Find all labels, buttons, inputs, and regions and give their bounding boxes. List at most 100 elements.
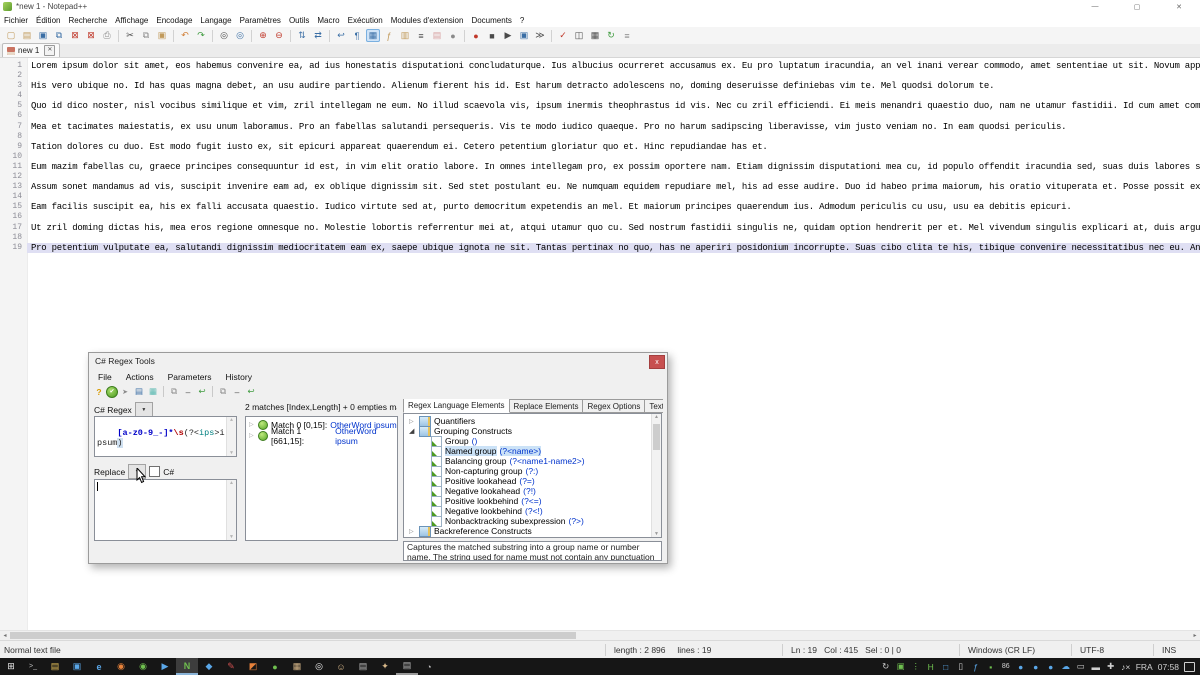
- macro-stop-icon[interactable]: ■: [485, 29, 499, 42]
- editor-line[interactable]: 2: [0, 71, 1200, 81]
- editor-line[interactable]: 12: [0, 172, 1200, 182]
- plugin-update-icon[interactable]: ↻: [604, 29, 618, 42]
- editor-line-selected[interactable]: 19Pro petentium vulputate ea, salutandi …: [0, 243, 1200, 253]
- pointer-icon[interactable]: ➤: [118, 385, 132, 398]
- editor-line[interactable]: 10: [0, 152, 1200, 162]
- encoding-status[interactable]: UTF-8: [1071, 644, 1153, 656]
- tree-item-backreference-constructs[interactable]: ▷ Backreference Constructs: [404, 526, 651, 536]
- notepad-plus-plus-icon[interactable]: N: [176, 658, 198, 675]
- editor-line[interactable]: 7Mea et tacimates maiestatis, ex usu unu…: [0, 122, 1200, 132]
- tab-close-icon[interactable]: ✕: [44, 45, 55, 56]
- blue-app-icon[interactable]: ●: [1046, 661, 1056, 673]
- editor-line[interactable]: 13Assum sonet mandamus ad vis, suscipit …: [0, 182, 1200, 192]
- virtual-machine-icon[interactable]: □: [941, 661, 951, 673]
- expander-icon[interactable]: ▷: [249, 432, 255, 439]
- usb-device-icon[interactable]: ▯: [956, 661, 966, 673]
- photos-app-icon[interactable]: ▣: [66, 658, 88, 675]
- menu-encodage[interactable]: Encodage: [152, 16, 196, 25]
- move-tool-icon[interactable]: ✚: [1106, 661, 1116, 673]
- copy-doc-icon[interactable]: ⧉: [216, 385, 230, 398]
- regex-scrollbar[interactable]: ▲▼: [226, 417, 236, 456]
- tree-item-nonbacktracking-subexpression[interactable]: Nonbacktracking subexpression (?>): [404, 516, 651, 526]
- clipboard-icon[interactable]: ▣: [896, 661, 906, 673]
- tab-replace-elements[interactable]: Replace Elements: [509, 399, 584, 413]
- insert-arrow-icon[interactable]: ↩: [195, 385, 209, 398]
- expander-icon[interactable]: ▷: [409, 418, 416, 425]
- sd-card-icon[interactable]: ▬: [1091, 661, 1101, 673]
- action-center-icon[interactable]: [1184, 662, 1195, 672]
- messenger-icon[interactable]: ƒ: [971, 661, 981, 673]
- vscode-icon[interactable]: ◆: [198, 658, 220, 675]
- close-all-icon[interactable]: ⊠: [84, 29, 98, 42]
- zoom-in-icon[interactable]: ⊕: [256, 29, 270, 42]
- paste-icon[interactable]: ▣: [155, 29, 169, 42]
- folder-workspace-icon[interactable]: ▤: [430, 29, 444, 42]
- chrome-browser-icon[interactable]: ◉: [132, 658, 154, 675]
- expander-icon[interactable]: ◢: [409, 427, 416, 435]
- regex-elements-tree[interactable]: ▷ Quantifiers ◢ Grouping Constructs Grou…: [403, 413, 662, 538]
- dash-icon[interactable]: –: [230, 385, 244, 398]
- spell-check-icon[interactable]: ✓: [556, 29, 570, 42]
- print-icon[interactable]: ⎙: [100, 29, 114, 42]
- redo-icon[interactable]: ↷: [194, 29, 208, 42]
- dialog-title-bar[interactable]: C# Regex Tools: [89, 353, 667, 369]
- start-icon[interactable]: ⊞: [0, 658, 22, 675]
- editor-line[interactable]: 11Eum mazim fabellas cu, graece principe…: [0, 162, 1200, 172]
- save-icon[interactable]: ▣: [36, 29, 50, 42]
- regex-dropdown-button[interactable]: ▼: [135, 402, 153, 417]
- macro-save-icon[interactable]: ▣: [517, 29, 531, 42]
- dialog-menu-file[interactable]: File: [91, 372, 119, 382]
- sync-scroll-v-icon[interactable]: ⇅: [295, 29, 309, 42]
- replace-scrollbar[interactable]: ▲▼: [226, 480, 236, 540]
- editor-line[interactable]: 14: [0, 192, 1200, 202]
- app-86-icon[interactable]: 86: [1001, 661, 1011, 673]
- dialog-menu-history[interactable]: History: [219, 372, 259, 382]
- green-app-icon[interactable]: ●: [264, 658, 286, 675]
- menu-langage[interactable]: Langage: [196, 16, 235, 25]
- editor-line[interactable]: 4: [0, 91, 1200, 101]
- health-monitor-icon[interactable]: H: [926, 661, 936, 673]
- tab-regex-options[interactable]: Regex Options: [582, 399, 645, 413]
- tab-new-1[interactable]: new 1 ✕: [2, 43, 60, 57]
- plugin-icon-2[interactable]: ▦: [588, 29, 602, 42]
- blue-app-icon[interactable]: ●: [1031, 661, 1041, 673]
- user-app-icon[interactable]: ☺: [330, 658, 352, 675]
- tree-item-balancing-group[interactable]: Balancing group (?<name1-name2>): [404, 456, 651, 466]
- macro-run-multiple-icon[interactable]: ≫: [533, 29, 547, 42]
- image-tool-icon[interactable]: ◩: [242, 658, 264, 675]
- eol-format-status[interactable]: Windows (CR LF): [959, 644, 1071, 656]
- dash-icon[interactable]: –: [181, 385, 195, 398]
- replace-icon[interactable]: ◎: [233, 29, 247, 42]
- show-all-characters-icon[interactable]: ¶: [350, 29, 364, 42]
- horizontal-scrollbar[interactable]: ◂ ▸: [0, 630, 1200, 640]
- scroll-right-arrow-icon[interactable]: ▸: [1190, 631, 1200, 640]
- monitor-icon[interactable]: ●: [446, 29, 460, 42]
- file-explorer-icon[interactable]: ▤: [44, 658, 66, 675]
- editor-line[interactable]: 9Tation dolores cu duo. Est modo fugit i…: [0, 142, 1200, 152]
- tree-item-named-group[interactable]: Named group (?<name>): [404, 446, 651, 456]
- document-list-icon[interactable]: ≡: [414, 29, 428, 42]
- picture-icon[interactable]: ▦: [146, 385, 160, 398]
- word-wrap-icon[interactable]: ↩: [334, 29, 348, 42]
- menu-edition[interactable]: Édition: [32, 16, 64, 25]
- menu-modules-extension[interactable]: Modules d'extension: [387, 16, 468, 25]
- menu-affichage[interactable]: Affichage: [111, 16, 152, 25]
- terminal-icon[interactable]: >_: [22, 658, 44, 675]
- tree-item-non-capturing-group[interactable]: Non-capturing group (?:): [404, 466, 651, 476]
- edge-browser-icon[interactable]: e: [88, 658, 110, 675]
- new-file-icon[interactable]: ▢: [4, 29, 18, 42]
- regex-input[interactable]: [a-z0-9_-]*\s(?<ips>ipsum) ▲▼: [94, 416, 237, 457]
- menu-documents[interactable]: Documents: [467, 16, 515, 25]
- close-icon[interactable]: ⊠: [68, 29, 82, 42]
- expander-icon[interactable]: ▷: [409, 528, 416, 535]
- menu-outils[interactable]: Outils: [285, 16, 313, 25]
- close-button[interactable]: ✕: [1158, 0, 1200, 13]
- minimize-button[interactable]: —: [1074, 0, 1116, 13]
- clock[interactable]: 07:58: [1158, 661, 1179, 673]
- tree-item-grouping-constructs[interactable]: ◢ Grouping Constructs: [404, 426, 651, 436]
- undo-icon[interactable]: ↶: [178, 29, 192, 42]
- report-icon[interactable]: ▤: [132, 385, 146, 398]
- editor-line[interactable]: 6: [0, 111, 1200, 121]
- dialog-close-button[interactable]: x: [649, 355, 665, 369]
- match-item[interactable]: ▷ Match 1 [661,15]: OtherWord ipsum: [246, 430, 397, 441]
